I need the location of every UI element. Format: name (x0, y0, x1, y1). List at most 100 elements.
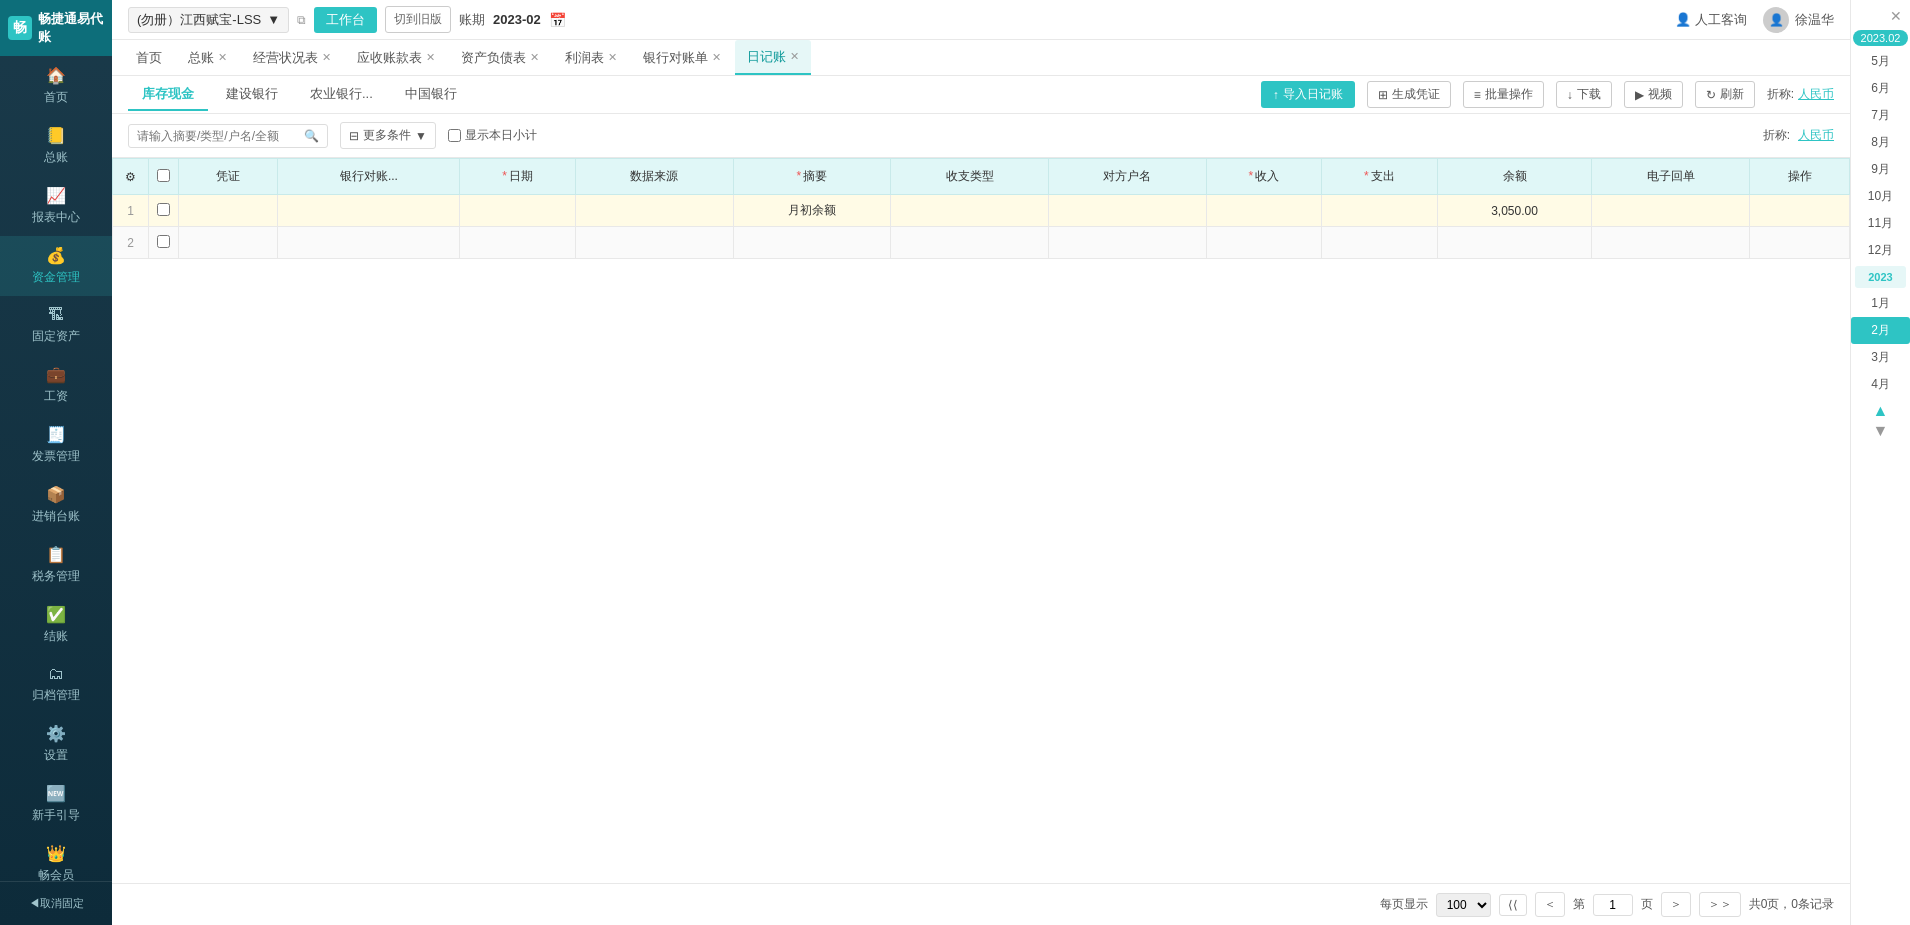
month-item-4[interactable]: 4月 (1851, 371, 1910, 398)
fixed-icon: 🏗 (48, 306, 64, 324)
month-item-9[interactable]: 9月 (1851, 156, 1910, 183)
sidebar-item-fixed[interactable]: 🏗 固定资产 (0, 296, 112, 355)
row2-e-statement (1592, 227, 1750, 259)
sidebar-item-settle[interactable]: ✅ 结账 (0, 595, 112, 655)
sidebar-item-home[interactable]: 🏠 首页 (0, 56, 112, 116)
download-button[interactable]: ↓ 下载 (1556, 81, 1612, 108)
month-item-8[interactable]: 8月 (1851, 129, 1910, 156)
sub-tab-cash[interactable]: 库存现金 (128, 79, 208, 111)
month-item-11[interactable]: 11月 (1851, 210, 1910, 237)
tab-status[interactable]: 经营状况表 ✕ (241, 40, 343, 75)
col-checkbox[interactable] (149, 159, 179, 195)
search-box[interactable]: 🔍 (128, 124, 328, 148)
tab-bank-close[interactable]: ✕ (712, 51, 721, 64)
last-page-button[interactable]: ＞＞ (1699, 892, 1741, 917)
user-area[interactable]: 👤 徐温华 (1763, 7, 1834, 33)
sidebar-item-settings[interactable]: ⚙️ 设置 (0, 714, 112, 774)
tab-home[interactable]: 首页 (124, 40, 174, 75)
tab-receivable[interactable]: 应收账款表 ✕ (345, 40, 447, 75)
col-balance: 余额 (1437, 159, 1592, 195)
refresh-button[interactable]: ↻ 刷新 (1695, 81, 1755, 108)
page-input[interactable] (1593, 894, 1633, 916)
sidebar-item-member[interactable]: 👑 畅会员 (0, 834, 112, 881)
year-row-2023[interactable]: 2023 (1855, 266, 1906, 288)
company-selector[interactable]: (勿册）江西赋宝-LSS ▼ (128, 7, 289, 33)
sidebar-item-report[interactable]: 📈 报表中心 (0, 176, 112, 236)
calendar-icon[interactable]: 📅 (549, 12, 566, 28)
video-label: 视频 (1648, 86, 1672, 103)
show-daily-checkbox[interactable] (448, 129, 461, 142)
tab-ledger[interactable]: 总账 ✕ (176, 40, 239, 75)
currency-link2[interactable]: 人民币 (1798, 127, 1834, 144)
tab-assets[interactable]: 资产负债表 ✕ (449, 40, 551, 75)
tab-bar: 首页 总账 ✕ 经营状况表 ✕ 应收账款表 ✕ 资产负债表 ✕ 利润表 ✕ 银行… (112, 40, 1850, 76)
year-header-2023-02[interactable]: 2023.02 (1853, 30, 1909, 46)
old-version-button[interactable]: 切到旧版 (385, 6, 451, 33)
month-item-2[interactable]: 2月 (1851, 317, 1910, 344)
sidebar-item-tax[interactable]: 📋 税务管理 (0, 535, 112, 595)
generate-voucher-button[interactable]: ⊞ 生成凭证 (1367, 81, 1451, 108)
video-button[interactable]: ▶ 视频 (1624, 81, 1683, 108)
month-item-3[interactable]: 3月 (1851, 344, 1910, 371)
customer-service[interactable]: 👤 人工客询 (1675, 11, 1747, 29)
tab-profit[interactable]: 利润表 ✕ (553, 40, 629, 75)
sidebar-item-guide[interactable]: 🆕 新手引导 (0, 774, 112, 834)
month-item-10[interactable]: 10月 (1851, 183, 1910, 210)
sidebar-item-archive[interactable]: 🗂 归档管理 (0, 655, 112, 714)
tab-assets-close[interactable]: ✕ (530, 51, 539, 64)
row1-expense (1322, 195, 1438, 227)
sub-tab-construction[interactable]: 建设银行 (212, 79, 292, 111)
sidebar-item-ledger[interactable]: 📒 总账 (0, 116, 112, 176)
import-journal-button[interactable]: ↑ 导入日记账 (1261, 81, 1355, 108)
search-input[interactable] (137, 129, 298, 143)
tab-journal[interactable]: 日记账 ✕ (735, 40, 811, 75)
prev-page-button[interactable]: ＜ (1535, 892, 1565, 917)
sidebar-item-invoice[interactable]: 🧾 发票管理 (0, 415, 112, 475)
tab-receivable-close[interactable]: ✕ (426, 51, 435, 64)
table-row: 1 月初余额 3,050.00 (113, 195, 1850, 227)
search-icon[interactable]: 🔍 (304, 129, 319, 143)
row1-actions (1750, 195, 1850, 227)
header-right: 👤 人工客询 👤 徐温华 (1675, 7, 1834, 33)
sidebar-logo[interactable]: 畅 畅捷通易代账 (0, 0, 112, 56)
month-item-7[interactable]: 7月 (1851, 102, 1910, 129)
row1-checkbox[interactable] (149, 195, 179, 227)
month-item-5[interactable]: 5月 (1851, 48, 1910, 75)
tab-ledger-close[interactable]: ✕ (218, 51, 227, 64)
unpin-button[interactable]: ◀取消固定 (4, 890, 108, 917)
first-page-button[interactable]: ⟨⟨ (1499, 894, 1527, 916)
per-page-select[interactable]: 100 50 200 (1436, 893, 1491, 917)
settings-icon: ⚙️ (46, 724, 66, 743)
tab-bank[interactable]: 银行对账单 ✕ (631, 40, 733, 75)
more-conditions-button[interactable]: ⊟ 更多条件 ▼ (340, 122, 436, 149)
sidebar-item-sales[interactable]: 📦 进销台账 (0, 475, 112, 535)
scroll-down-icon[interactable]: ▼ (1873, 422, 1889, 440)
row1-summary: 月初余额 (733, 195, 891, 227)
sidebar-item-salary[interactable]: 💼 工资 (0, 355, 112, 415)
batch-op-button[interactable]: ≡ 批量操作 (1463, 81, 1544, 108)
sub-tab-china[interactable]: 中国银行 (391, 79, 471, 111)
capital-icon: 💰 (46, 246, 66, 265)
month-item-6[interactable]: 6月 (1851, 75, 1910, 102)
scroll-up-icon[interactable]: ▲ (1873, 402, 1889, 420)
top-header: (勿册）江西赋宝-LSS ▼ ⧉ 工作台 切到旧版 账期 2023-02 📅 👤… (112, 0, 1850, 40)
copy-icon[interactable]: ⧉ (297, 13, 306, 27)
sub-tab-cash-label: 库存现金 (142, 86, 194, 101)
currency-value[interactable]: 人民币 (1798, 86, 1834, 103)
month-item-1[interactable]: 1月 (1851, 290, 1910, 317)
show-daily-text: 显示本日小计 (465, 127, 537, 144)
tab-journal-close[interactable]: ✕ (790, 50, 799, 63)
next-page-button[interactable]: ＞ (1661, 892, 1691, 917)
sub-tab-agriculture[interactable]: 农业银行... (296, 79, 387, 111)
logo-icon: 畅 (8, 16, 32, 40)
sidebar-item-capital[interactable]: 💰 资金管理 (0, 236, 112, 296)
tab-status-close[interactable]: ✕ (322, 51, 331, 64)
row2-checkbox[interactable] (149, 227, 179, 259)
side-panel-close-button[interactable]: ✕ (1882, 4, 1910, 28)
workbench-button[interactable]: 工作台 (314, 7, 377, 33)
show-daily-label[interactable]: 显示本日小计 (448, 127, 537, 144)
tab-profit-close[interactable]: ✕ (608, 51, 617, 64)
col-settings[interactable]: ⚙ (113, 159, 149, 195)
month-item-12[interactable]: 12月 (1851, 237, 1910, 264)
select-all-checkbox[interactable] (157, 169, 170, 182)
